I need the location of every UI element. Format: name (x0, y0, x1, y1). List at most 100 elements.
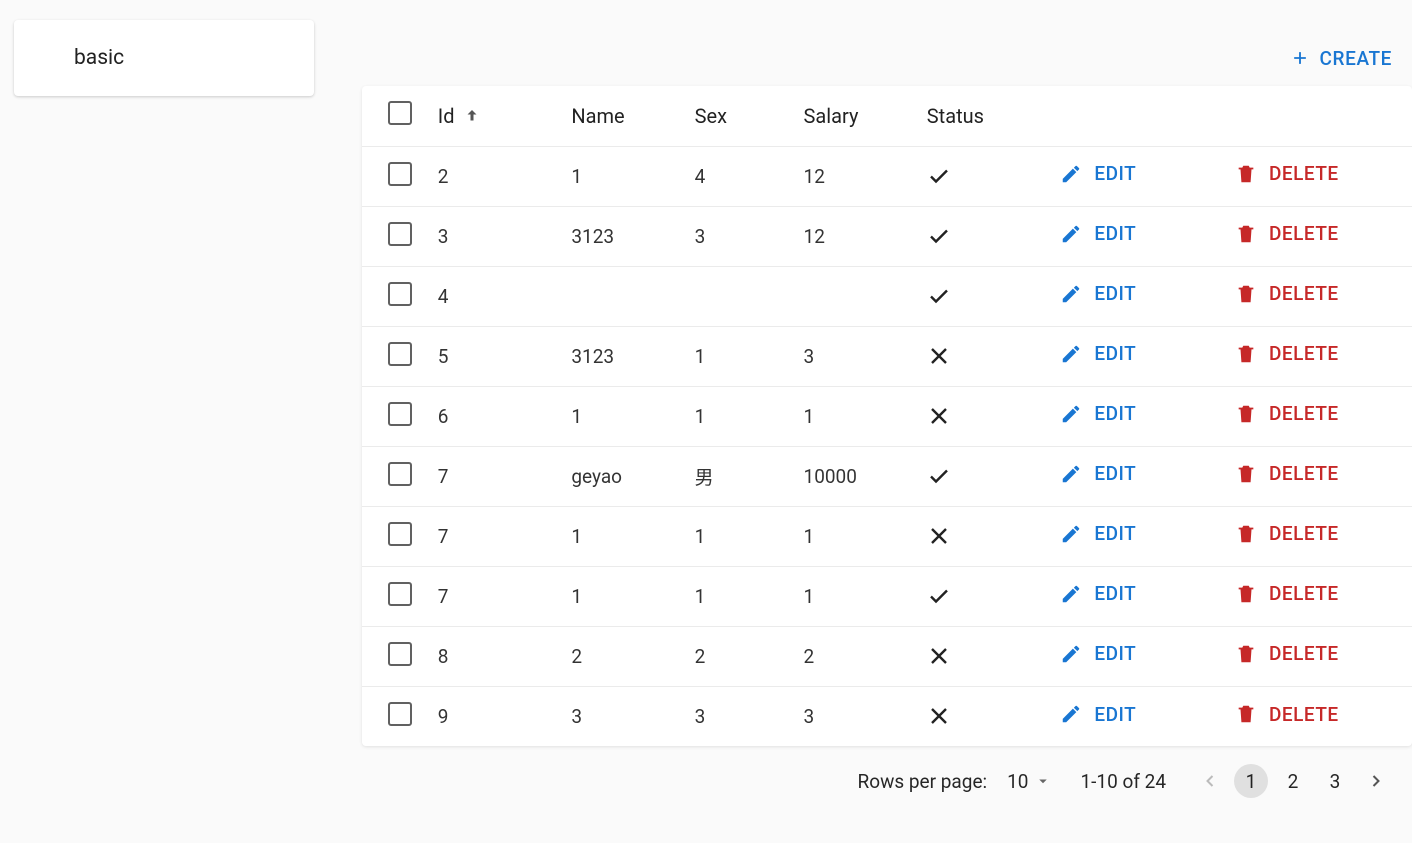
row-checkbox[interactable] (388, 342, 412, 366)
edit-button-label: EDIT (1094, 222, 1136, 245)
pencil-icon (1060, 283, 1082, 305)
cross-icon (927, 524, 1045, 548)
edit-button[interactable]: EDIT (1060, 462, 1136, 485)
row-checkbox[interactable] (388, 702, 412, 726)
column-header-sex[interactable]: Sex (695, 104, 727, 128)
delete-button-label: DELETE (1269, 162, 1339, 185)
column-header-status[interactable]: Status (927, 104, 984, 128)
edit-button-label: EDIT (1094, 642, 1136, 665)
sort-asc-icon (463, 107, 481, 125)
cell-salary: 10000 (804, 465, 857, 488)
pencil-icon (1060, 643, 1082, 665)
caret-down-icon (1034, 772, 1052, 790)
cell-name: 1 (571, 165, 582, 188)
delete-button[interactable]: DELETE (1235, 222, 1339, 245)
row-checkbox[interactable] (388, 162, 412, 186)
trash-icon (1235, 223, 1257, 245)
create-button-label: CREATE (1320, 47, 1392, 70)
cell-sex: 男 (695, 466, 714, 489)
edit-button[interactable]: EDIT (1060, 282, 1136, 305)
edit-button[interactable]: EDIT (1060, 522, 1136, 545)
row-checkbox[interactable] (388, 582, 412, 606)
edit-button[interactable]: EDIT (1060, 162, 1136, 185)
trash-icon (1235, 703, 1257, 725)
row-checkbox[interactable] (388, 282, 412, 306)
cell-sex: 1 (695, 405, 706, 428)
edit-button[interactable]: EDIT (1060, 703, 1136, 726)
cell-id: 3 (438, 225, 449, 248)
row-checkbox[interactable] (388, 222, 412, 246)
table-header-row: Id Name Sex Salary Status (362, 86, 1412, 146)
edit-button-label: EDIT (1094, 703, 1136, 726)
column-header-id-label: Id (438, 104, 455, 128)
page-number-2[interactable]: 2 (1276, 764, 1310, 798)
delete-button-label: DELETE (1269, 582, 1339, 605)
select-all-checkbox[interactable] (388, 101, 412, 125)
cell-name: 2 (571, 645, 582, 668)
edit-button-label: EDIT (1094, 462, 1136, 485)
pencil-icon (1060, 403, 1082, 425)
pencil-icon (1060, 343, 1082, 365)
delete-button[interactable]: DELETE (1235, 282, 1339, 305)
table-row: 8222EDITDELETE (362, 626, 1412, 686)
pagination-range: 1-10 of 24 (1080, 770, 1166, 793)
delete-button[interactable]: DELETE (1235, 402, 1339, 425)
cell-salary: 12 (804, 165, 825, 188)
trash-icon (1235, 583, 1257, 605)
rows-per-page-label: Rows per page: (858, 770, 988, 793)
cell-sex: 4 (695, 165, 706, 188)
edit-button[interactable]: EDIT (1060, 222, 1136, 245)
table-row: 33123312EDITDELETE (362, 206, 1412, 266)
create-button[interactable]: CREATE (1290, 47, 1392, 70)
table-row: 7111EDITDELETE (362, 506, 1412, 566)
edit-button[interactable]: EDIT (1060, 402, 1136, 425)
delete-button[interactable]: DELETE (1235, 462, 1339, 485)
prev-page-button[interactable] (1194, 765, 1226, 797)
toolbar: CREATE (362, 30, 1412, 86)
cell-id: 4 (438, 285, 449, 308)
row-checkbox[interactable] (388, 642, 412, 666)
trash-icon (1235, 343, 1257, 365)
edit-button[interactable]: EDIT (1060, 342, 1136, 365)
cell-salary: 1 (804, 585, 815, 608)
rows-per-page-value: 10 (1007, 770, 1028, 793)
delete-button[interactable]: DELETE (1235, 642, 1339, 665)
main-content: CREATE Id (362, 30, 1412, 798)
rows-per-page-select[interactable]: 10 (1007, 770, 1052, 793)
cell-sex: 1 (695, 585, 706, 608)
next-page-button[interactable] (1360, 765, 1392, 797)
cell-id: 6 (438, 405, 449, 428)
row-checkbox[interactable] (388, 402, 412, 426)
page-number-1[interactable]: 1 (1234, 764, 1268, 798)
delete-button[interactable]: DELETE (1235, 582, 1339, 605)
row-checkbox[interactable] (388, 522, 412, 546)
column-header-name[interactable]: Name (571, 104, 624, 128)
trash-icon (1235, 463, 1257, 485)
pencil-icon (1060, 703, 1082, 725)
delete-button[interactable]: DELETE (1235, 522, 1339, 545)
trash-icon (1235, 643, 1257, 665)
edit-button-label: EDIT (1094, 522, 1136, 545)
table-row: 7111EDITDELETE (362, 566, 1412, 626)
cell-salary: 1 (804, 405, 815, 428)
sidebar-card[interactable]: basic (14, 20, 314, 96)
column-header-id[interactable]: Id (438, 104, 481, 128)
edit-button[interactable]: EDIT (1060, 582, 1136, 605)
page-number-3[interactable]: 3 (1318, 764, 1352, 798)
data-table: Id Name Sex Salary Status (362, 86, 1412, 746)
delete-button[interactable]: DELETE (1235, 342, 1339, 365)
cell-id: 5 (438, 345, 449, 368)
check-icon (927, 464, 1045, 488)
delete-button[interactable]: DELETE (1235, 703, 1339, 726)
edit-button[interactable]: EDIT (1060, 642, 1136, 665)
pencil-icon (1060, 463, 1082, 485)
cell-id: 7 (438, 585, 449, 608)
row-checkbox[interactable] (388, 462, 412, 486)
delete-button[interactable]: DELETE (1235, 162, 1339, 185)
chevron-left-icon (1200, 771, 1220, 791)
chevron-right-icon (1366, 771, 1386, 791)
column-header-salary[interactable]: Salary (804, 104, 859, 128)
delete-button-label: DELETE (1269, 642, 1339, 665)
cell-id: 7 (438, 525, 449, 548)
check-icon (927, 164, 1045, 188)
